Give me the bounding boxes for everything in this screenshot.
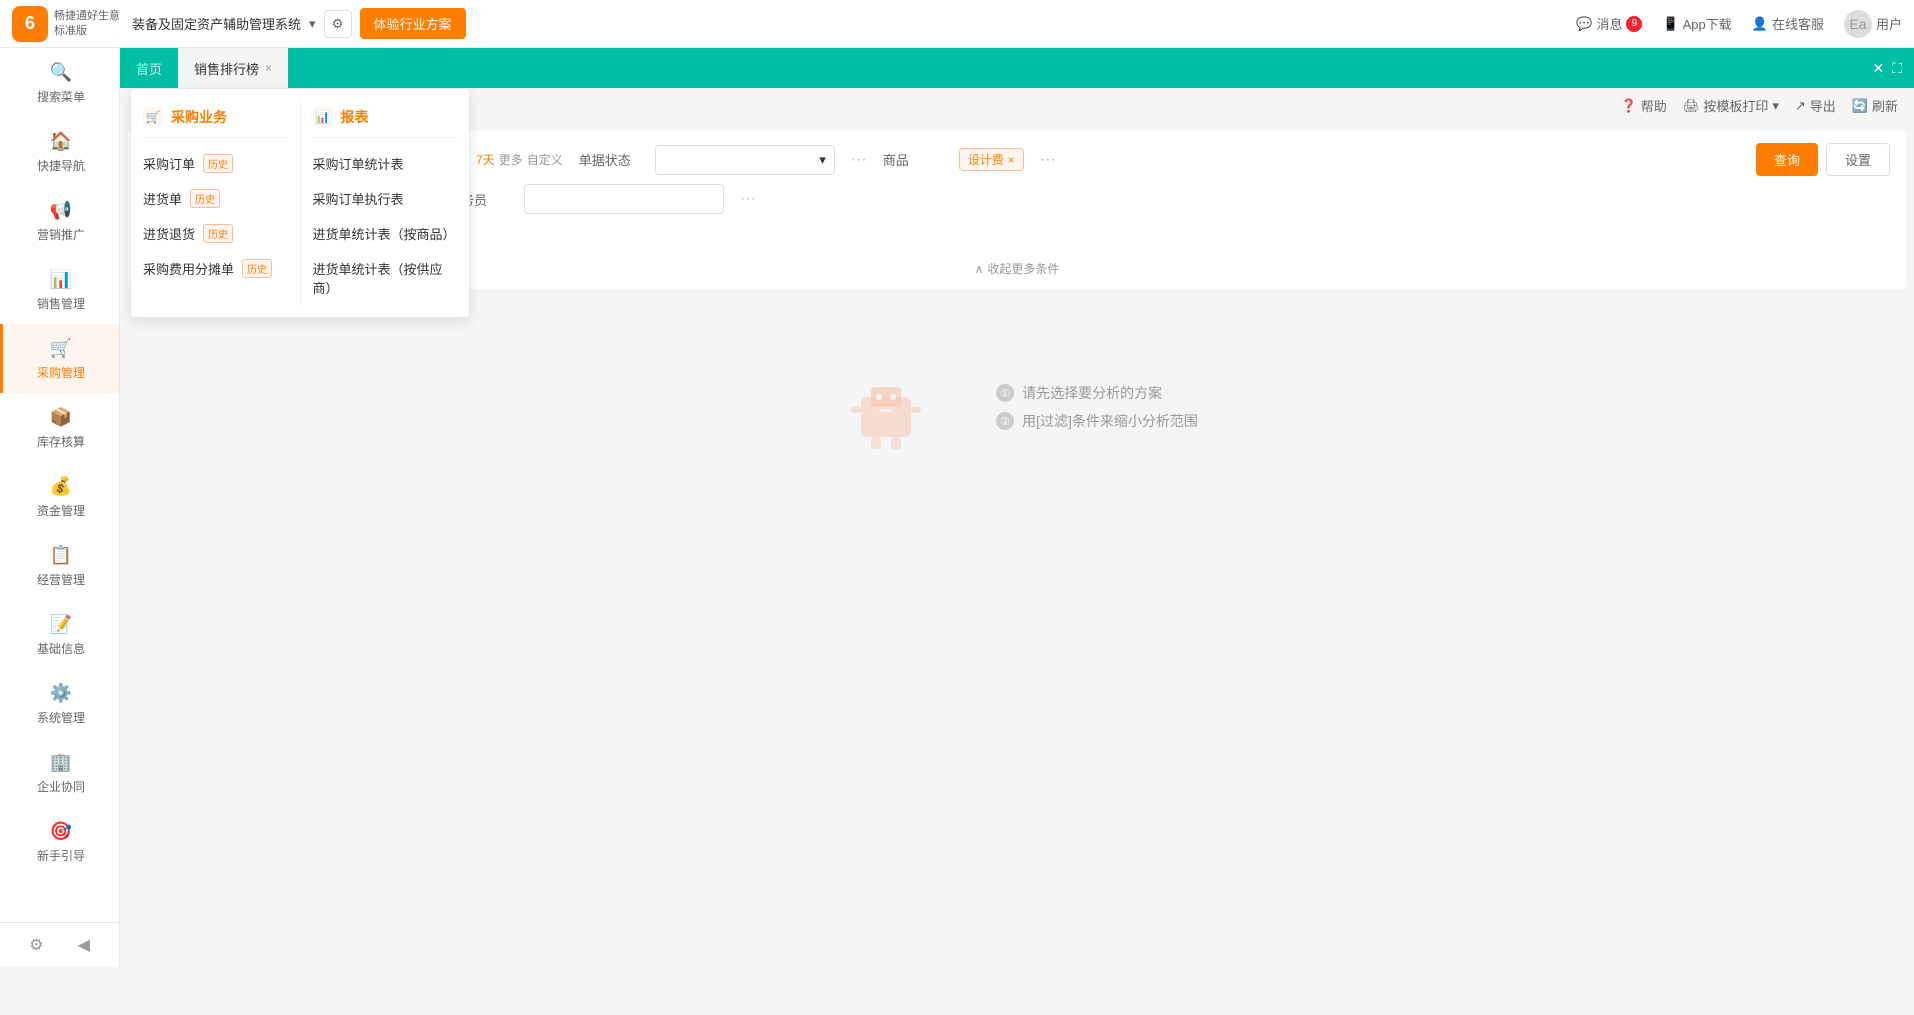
report-col-title: 📊 报表	[313, 101, 458, 138]
dropdown-item-label: 采购订单执行表	[313, 189, 404, 208]
purchase-col-icon: 🛒	[143, 107, 163, 127]
dropdown-item-expense[interactable]: 采购费用分摊单 历史	[143, 251, 288, 286]
dropdown-item-inbound-by-supplier[interactable]: 进货单统计表（按供应商）	[313, 251, 458, 305]
history-badge-3: 历史	[203, 224, 233, 243]
report-col: 📊 报表 采购订单统计表 采购订单执行表 进货单统计表（按商品） 进货单统计表（…	[300, 101, 470, 305]
dropdown-item-po-exec[interactable]: 采购订单执行表	[313, 181, 458, 216]
dropdown-item-inbound-by-goods[interactable]: 进货单统计表（按商品）	[313, 216, 458, 251]
dropdown-item-purchase-order[interactable]: 采购订单 历史	[143, 146, 288, 181]
dropdown-item-label: 采购订单	[143, 154, 195, 173]
dropdown-item-label: 进货单统计表（按商品）	[313, 224, 456, 243]
dropdown-item-label: 进货单统计表（按供应商）	[313, 259, 458, 297]
dropdown-item-label: 进货退货	[143, 224, 195, 243]
purchase-col: 🛒 采购业务 采购订单 历史 进货单 历史 进货退货 历史 采购费用分摊单 历史	[131, 101, 300, 305]
history-badge-4: 历史	[242, 259, 272, 278]
dropdown-columns: 🛒 采购业务 采购订单 历史 进货单 历史 进货退货 历史 采购费用分摊单 历史	[131, 101, 469, 305]
dropdown-item-return[interactable]: 进货退货 历史	[143, 216, 288, 251]
purchase-dropdown-menu: 🛒 采购业务 采购订单 历史 进货单 历史 进货退货 历史 采购费用分摊单 历史	[130, 88, 470, 318]
dropdown-item-label: 进货单	[143, 189, 182, 208]
dropdown-item-inbound[interactable]: 进货单 历史	[143, 181, 288, 216]
dropdown-item-po-stats[interactable]: 采购订单统计表	[313, 146, 458, 181]
history-badge-2: 历史	[190, 189, 220, 208]
dropdown-item-label: 采购订单统计表	[313, 154, 404, 173]
dropdown-item-label: 采购费用分摊单	[143, 259, 234, 278]
report-col-icon: 📊	[313, 107, 333, 127]
purchase-col-title: 🛒 采购业务	[143, 101, 288, 138]
history-badge-1: 历史	[203, 154, 233, 173]
